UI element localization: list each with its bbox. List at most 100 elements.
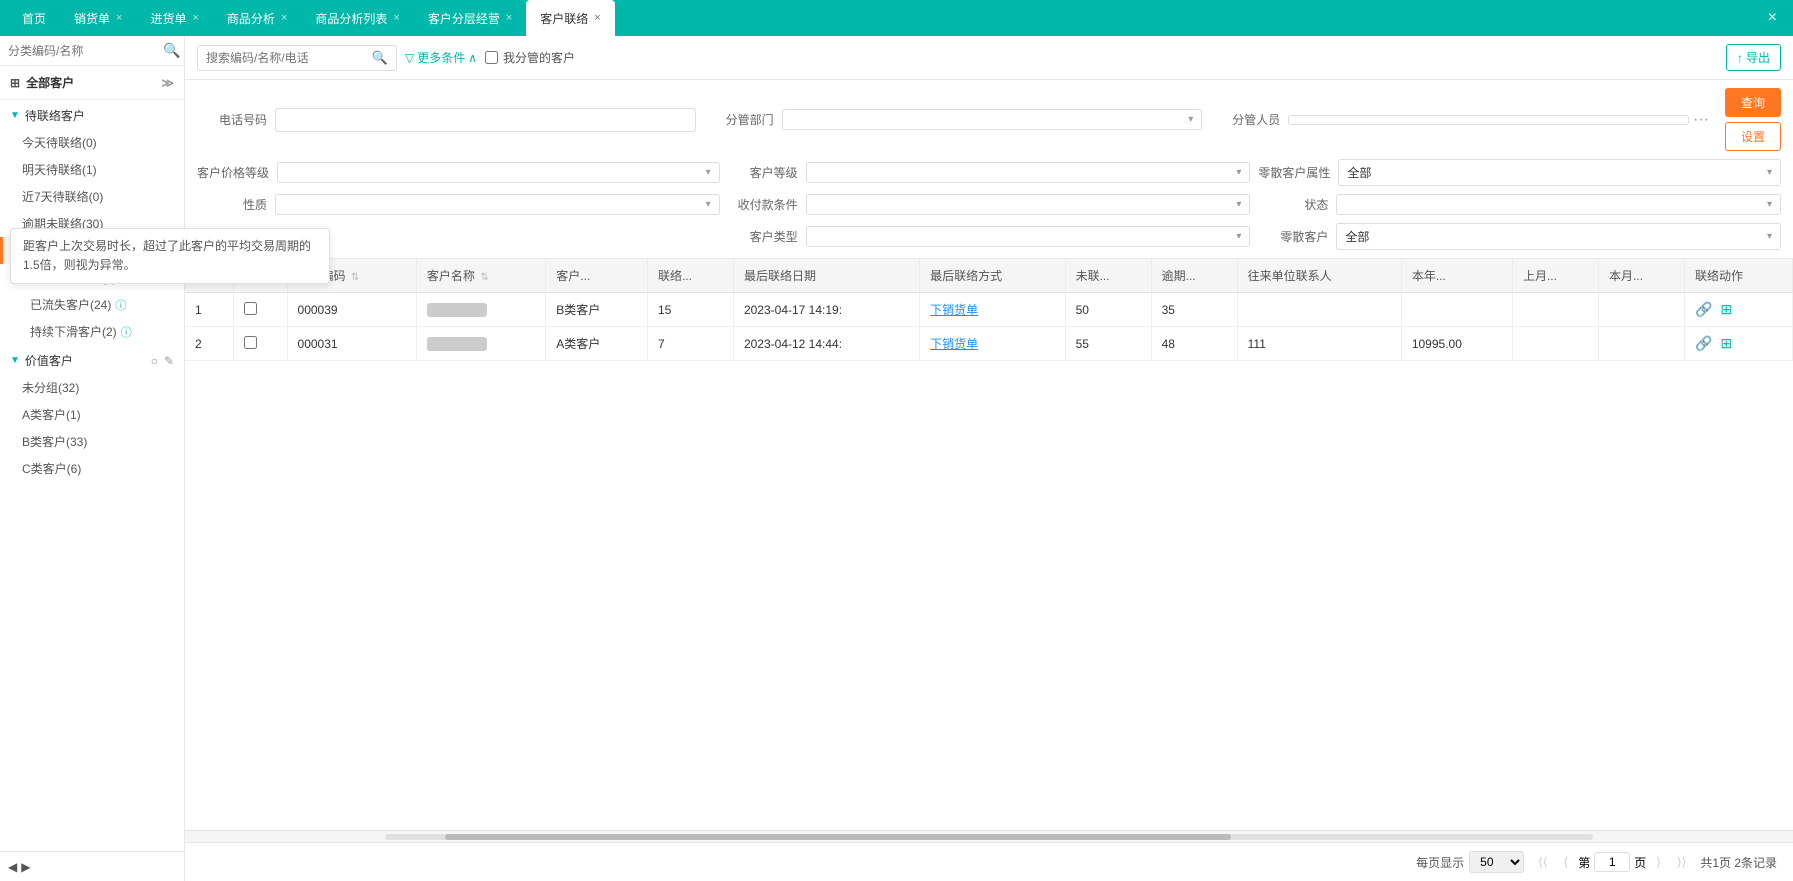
cell-checkbox[interactable] — [234, 327, 287, 361]
th-contacts: 往来单位联系人 — [1237, 259, 1401, 293]
next-page-btn[interactable]: ▶ — [21, 860, 30, 874]
cell-pending: 55 — [1065, 327, 1151, 361]
last-page-btn[interactable]: ⟩⟩ — [1671, 853, 1692, 871]
sidebar-search-input[interactable] — [8, 44, 163, 58]
scrollbar-thumb[interactable] — [445, 834, 1230, 840]
th-pending: 未联... — [1065, 259, 1151, 293]
tooltip-box: 距客户上次交易时长，超过了此客户的平均交易周期的1.5倍，则视为异常。 — [10, 228, 330, 284]
sidebar-search-area: 🔍 — [0, 36, 184, 66]
nav-purchase-order[interactable]: 进货单 × — [136, 0, 212, 36]
link-last-method-2[interactable]: 下销货单 — [930, 337, 978, 351]
close-icon[interactable]: × — [116, 12, 122, 24]
scatter-attr-select[interactable]: 全部 ▾ — [1338, 159, 1781, 186]
search-icon[interactable]: 🔍 — [163, 42, 180, 59]
horizontal-scrollbar[interactable] — [185, 830, 1793, 842]
per-page-select[interactable]: 50 100 200 — [1469, 851, 1524, 873]
row-checkbox-1[interactable] — [244, 302, 257, 315]
my-customers-checkbox[interactable] — [485, 51, 498, 64]
cell-code: 000039 — [287, 293, 416, 327]
sidebar-item-ungrouped[interactable]: 未分组(32) — [0, 374, 184, 401]
query-button[interactable]: 查询 — [1725, 88, 1781, 117]
sidebar-item-churned[interactable]: 已流失客户(24) ⓘ — [0, 291, 184, 318]
cell-last-month — [1512, 327, 1598, 361]
status-select[interactable]: ▾ — [1336, 194, 1781, 215]
customer-type-select[interactable]: ▾ — [806, 226, 1251, 247]
nav-customer-contact[interactable]: 客户联络 × — [526, 0, 614, 36]
row-checkbox-2[interactable] — [244, 336, 257, 349]
sidebar-all-customers[interactable]: ⊞ 全部客户 ≫ — [0, 66, 184, 100]
scatter-customer-select[interactable]: 全部 ▾ — [1336, 223, 1781, 250]
nav-home[interactable]: 首页 — [8, 0, 60, 36]
sort-icon: ⇅ — [351, 272, 359, 283]
value-group-title[interactable]: ▼ 价值客户 ○ ✎ — [0, 345, 184, 374]
chevron-down-icon-6: ▾ — [1236, 199, 1241, 210]
link-icon-2[interactable]: 🔗 — [1695, 335, 1712, 352]
th-last-method: 最后联络方式 — [920, 259, 1065, 293]
close-icon[interactable]: × — [281, 12, 287, 24]
sidebar-item-a-class[interactable]: A类客户(1) — [0, 401, 184, 428]
cell-contacts: 111 — [1237, 327, 1401, 361]
next-page-btn-pg[interactable]: ⟩ — [1650, 853, 1667, 871]
close-icon[interactable]: × — [393, 12, 399, 24]
search-icon-filter[interactable]: 🔍 — [372, 50, 388, 66]
window-close-button[interactable]: × — [1760, 9, 1785, 27]
adv-scatter-customer-field: 零散客户 全部 ▾ — [1258, 223, 1781, 250]
page-number-input[interactable] — [1594, 852, 1630, 872]
sidebar-item-c-class[interactable]: C类客户(6) — [0, 455, 184, 482]
sidebar-item-b-class[interactable]: B类客户(33) — [0, 428, 184, 455]
cell-overdue: 48 — [1151, 327, 1237, 361]
prev-page-btn[interactable]: ◀ — [8, 860, 17, 874]
close-icon[interactable]: × — [192, 12, 198, 24]
edit-icon[interactable]: ○ — [151, 354, 158, 368]
adv-customer-grade-field: 客户等级 ▾ — [728, 162, 1251, 183]
cell-pending: 50 — [1065, 293, 1151, 327]
export-button[interactable]: ↑ 导出 — [1726, 44, 1781, 71]
chevron-down-icon-5: ▾ — [706, 199, 711, 210]
price-grade-select[interactable]: ▾ — [277, 162, 720, 183]
settings-icon[interactable]: ✎ — [164, 354, 174, 368]
sidebar-item-today[interactable]: 今天待联络(0) — [0, 129, 184, 156]
cell-checkbox[interactable] — [234, 293, 287, 327]
filter-search-input[interactable] — [206, 51, 372, 65]
manager-select[interactable] — [1288, 115, 1689, 125]
ellipsis-icon[interactable]: ··· — [1693, 111, 1709, 129]
sidebar-item-tomorrow[interactable]: 明天待联络(1) — [0, 156, 184, 183]
prev-page-btn-pg[interactable]: ⟨ — [1558, 853, 1575, 871]
nav-product-analysis-list[interactable]: 商品分析列表 × — [301, 0, 413, 36]
link-last-method-1[interactable]: 下销货单 — [930, 303, 978, 317]
cell-code: 000031 — [287, 327, 416, 361]
chevron-down-icon-3: ▾ — [1236, 167, 1241, 178]
pending-group-title[interactable]: ▼ 待联络客户 — [0, 100, 184, 129]
sidebar-item-declining[interactable]: 持续下滑客户(2) ⓘ — [0, 318, 184, 345]
close-icon[interactable]: × — [506, 12, 512, 24]
settings-button[interactable]: 设置 — [1725, 122, 1781, 151]
close-icon[interactable]: × — [594, 12, 600, 24]
cell-last-method[interactable]: 下销货单 — [920, 293, 1065, 327]
chevron-down-icon-2: ▾ — [706, 167, 711, 178]
info-icon-4: ⓘ — [121, 324, 132, 340]
chevron-down-icon-9: ▾ — [1767, 231, 1772, 242]
more-filters-btn[interactable]: ▽ 更多条件 ∧ — [405, 49, 477, 66]
cell-this-year — [1401, 293, 1512, 327]
nature-select[interactable]: ▾ — [275, 194, 720, 215]
cell-this-month — [1598, 293, 1684, 327]
phone-input[interactable] — [275, 108, 696, 132]
first-page-btn[interactable]: ⟨⟨ — [1532, 853, 1553, 871]
scrollbar-track[interactable] — [385, 834, 1593, 840]
customer-grade-select[interactable]: ▾ — [806, 162, 1251, 183]
qr-icon-1[interactable]: ⊞ — [1720, 301, 1732, 318]
qr-icon-2[interactable]: ⊞ — [1720, 335, 1732, 352]
dept-select[interactable]: ▾ — [782, 109, 1203, 130]
nav-product-analysis[interactable]: 商品分析 × — [213, 0, 301, 36]
table-body: 1 000039 B类客户 15 2023-04-17 14:19: 下销货单 … — [185, 293, 1793, 361]
payment-select[interactable]: ▾ — [806, 194, 1251, 215]
collapse-icon[interactable]: ≫ — [161, 76, 174, 90]
th-name[interactable]: 客户名称 ⇅ — [416, 259, 545, 293]
cell-last-method[interactable]: 下销货单 — [920, 327, 1065, 361]
nav-sales-order[interactable]: 销货单 × — [60, 0, 136, 36]
cell-this-month — [1598, 327, 1684, 361]
link-icon-1[interactable]: 🔗 — [1695, 301, 1712, 318]
nav-customer-layer[interactable]: 客户分层经营 × — [414, 0, 526, 36]
sidebar-item-7days[interactable]: 近7天待联络(0) — [0, 183, 184, 210]
th-type: 客户... — [546, 259, 648, 293]
